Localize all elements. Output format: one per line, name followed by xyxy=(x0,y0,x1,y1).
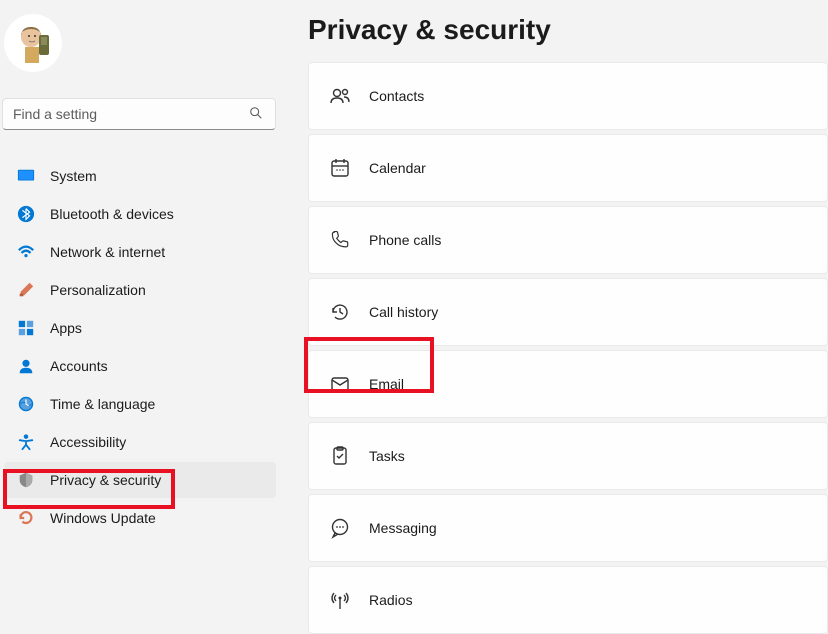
sidebar-item-system[interactable]: System xyxy=(4,158,276,194)
sidebar-item-accessibility[interactable]: Accessibility xyxy=(4,424,276,460)
account-icon xyxy=(16,356,36,376)
sidebar-item-network[interactable]: Network & internet xyxy=(4,234,276,270)
sidebar-item-label: Time & language xyxy=(50,396,155,412)
setting-label: Calendar xyxy=(369,160,426,176)
setting-label: Messaging xyxy=(369,520,437,536)
setting-label: Email xyxy=(369,376,404,392)
messaging-icon xyxy=(329,517,351,539)
setting-radios[interactable]: Radios xyxy=(308,566,828,634)
search-field[interactable] xyxy=(13,106,249,122)
setting-email[interactable]: Email xyxy=(308,350,828,418)
setting-label: Contacts xyxy=(369,88,424,104)
sidebar-item-label: Apps xyxy=(50,320,82,336)
setting-phone[interactable]: Phone calls xyxy=(308,206,828,274)
sidebar-item-label: Network & internet xyxy=(50,244,165,260)
contacts-icon xyxy=(329,85,351,107)
setting-label: Call history xyxy=(369,304,438,320)
wifi-icon xyxy=(16,242,36,262)
phone-icon xyxy=(329,229,351,251)
sidebar-item-label: Personalization xyxy=(50,282,146,298)
settings-list: Contacts Calendar Phone calls Call histo… xyxy=(308,62,828,634)
setting-tasks[interactable]: Tasks xyxy=(308,422,828,490)
email-icon xyxy=(329,373,351,395)
avatar[interactable] xyxy=(4,14,62,72)
history-icon xyxy=(329,301,351,323)
brush-icon xyxy=(16,280,36,300)
sidebar-item-label: Windows Update xyxy=(50,510,156,526)
radios-icon xyxy=(329,589,351,611)
time-icon xyxy=(16,394,36,414)
sidebar-item-label: Bluetooth & devices xyxy=(50,206,174,222)
search-input[interactable] xyxy=(2,98,276,130)
sidebar-nav: System Bluetooth & devices Network & int… xyxy=(0,158,280,536)
sidebar-item-label: Privacy & security xyxy=(50,472,161,488)
sidebar-item-accounts[interactable]: Accounts xyxy=(4,348,276,384)
apps-icon xyxy=(16,318,36,338)
setting-calendar[interactable]: Calendar xyxy=(308,134,828,202)
setting-label: Phone calls xyxy=(369,232,441,248)
setting-contacts[interactable]: Contacts xyxy=(308,62,828,130)
system-icon xyxy=(16,166,36,186)
accessibility-icon xyxy=(16,432,36,452)
sidebar-item-label: System xyxy=(50,168,97,184)
sidebar-item-privacy[interactable]: Privacy & security xyxy=(4,462,276,498)
bluetooth-icon xyxy=(16,204,36,224)
sidebar-item-bluetooth[interactable]: Bluetooth & devices xyxy=(4,196,276,232)
tasks-icon xyxy=(329,445,351,467)
calendar-icon xyxy=(329,157,351,179)
search-icon xyxy=(249,106,265,122)
sidebar-item-label: Accessibility xyxy=(50,434,126,450)
sidebar-item-time[interactable]: Time & language xyxy=(4,386,276,422)
sidebar-item-update[interactable]: Windows Update xyxy=(4,500,276,536)
shield-icon xyxy=(16,470,36,490)
sidebar-item-label: Accounts xyxy=(50,358,108,374)
setting-label: Tasks xyxy=(369,448,405,464)
sidebar-item-personalization[interactable]: Personalization xyxy=(4,272,276,308)
sidebar-item-apps[interactable]: Apps xyxy=(4,310,276,346)
setting-label: Radios xyxy=(369,592,413,608)
page-title: Privacy & security xyxy=(308,0,828,62)
setting-call-history[interactable]: Call history xyxy=(308,278,828,346)
update-icon xyxy=(16,508,36,528)
setting-messaging[interactable]: Messaging xyxy=(308,494,828,562)
